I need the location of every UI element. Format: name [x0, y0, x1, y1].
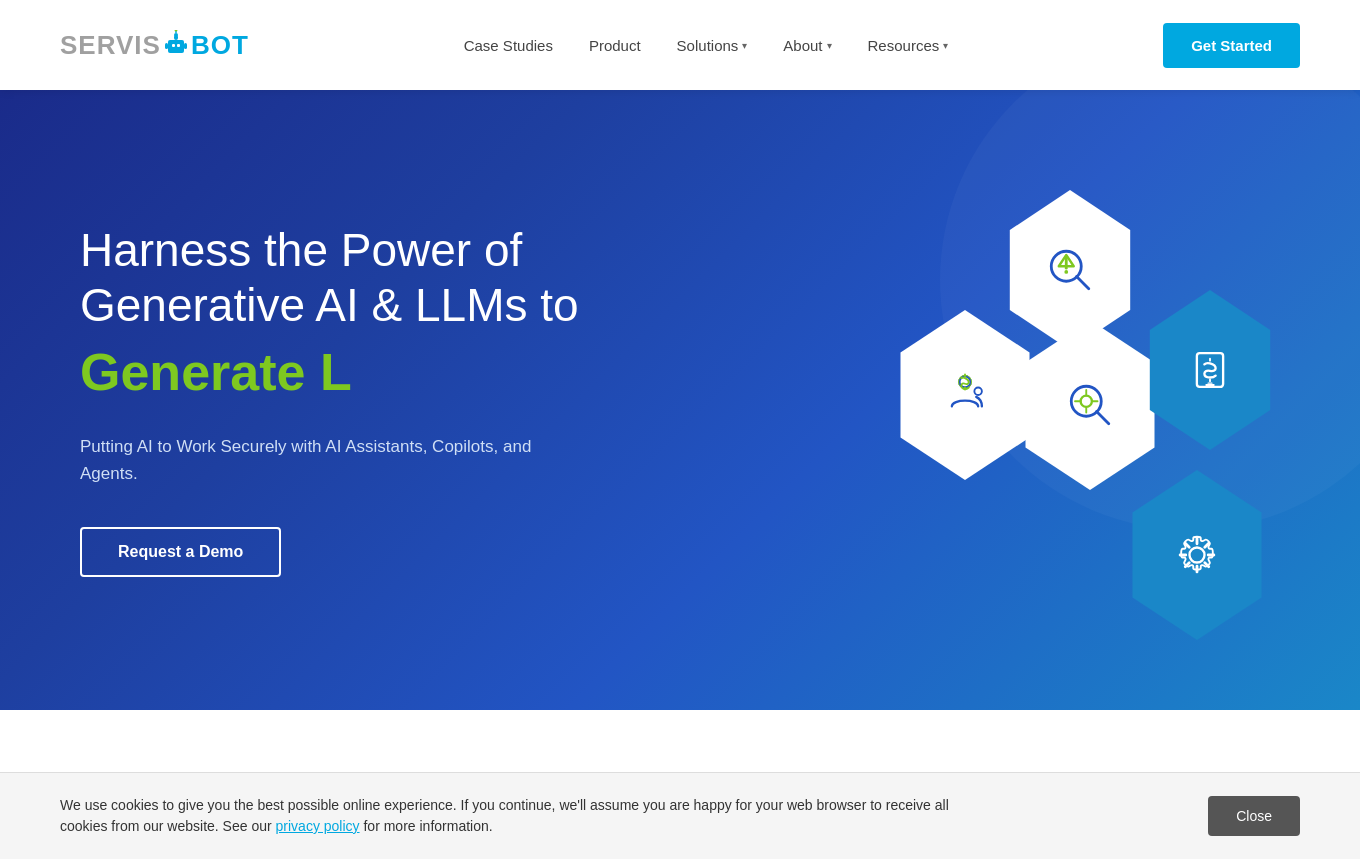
about-chevron-icon: ▾	[827, 40, 832, 51]
svg-rect-2	[177, 44, 180, 47]
hero-graphic	[860, 170, 1280, 630]
nav-resources[interactable]: Resources ▾	[868, 37, 949, 54]
svg-point-11	[1064, 270, 1068, 274]
logo-bot-text: BOT	[191, 30, 249, 61]
solutions-chevron-icon: ▾	[742, 40, 747, 51]
logo-robot-icon	[162, 30, 190, 58]
hero-subtext: Putting AI to Work Securely with AI Assi…	[80, 433, 560, 487]
hex-bot-right	[1122, 470, 1272, 640]
nav-links: Case Studies Product Solutions ▾ About ▾…	[464, 37, 949, 54]
analytics-icon	[1060, 375, 1120, 435]
hero-animated-text: Generate L	[80, 343, 579, 403]
svg-point-23	[1190, 548, 1205, 563]
navbar: SERVIS BOT Case Studies Product	[0, 0, 1360, 90]
warning-search-icon	[1040, 240, 1100, 300]
nav-solutions[interactable]: Solutions ▾	[677, 37, 748, 54]
hex-mid-right	[1140, 290, 1280, 450]
svg-rect-7	[165, 43, 168, 49]
cost-reduction-icon	[1180, 340, 1240, 400]
people-dollar-icon	[935, 365, 995, 425]
hex-container	[860, 170, 1280, 630]
request-demo-button[interactable]: Request a Demo	[80, 527, 281, 577]
resources-chevron-icon: ▾	[943, 40, 948, 51]
svg-rect-0	[168, 40, 184, 53]
logo-servis-text: SERVIS	[60, 30, 161, 61]
nav-product[interactable]: Product	[589, 37, 641, 54]
svg-point-6	[174, 30, 177, 32]
hero-heading: Harness the Power of Generative AI & LLM…	[80, 223, 579, 333]
svg-rect-1	[172, 44, 175, 47]
hero-section: Harness the Power of Generative AI & LLM…	[0, 90, 1360, 710]
get-started-button[interactable]: Get Started	[1163, 23, 1300, 68]
svg-line-10	[1077, 277, 1089, 289]
nav-about[interactable]: About ▾	[783, 37, 831, 54]
svg-point-17	[1081, 396, 1092, 407]
logo[interactable]: SERVIS BOT	[60, 30, 249, 61]
svg-point-14	[974, 388, 982, 396]
svg-rect-8	[184, 43, 187, 49]
svg-line-16	[1097, 412, 1109, 424]
svg-point-4	[174, 33, 178, 37]
gear-settings-icon	[1167, 525, 1227, 585]
hero-content: Harness the Power of Generative AI & LLM…	[80, 223, 579, 578]
nav-case-studies[interactable]: Case Studies	[464, 37, 553, 54]
